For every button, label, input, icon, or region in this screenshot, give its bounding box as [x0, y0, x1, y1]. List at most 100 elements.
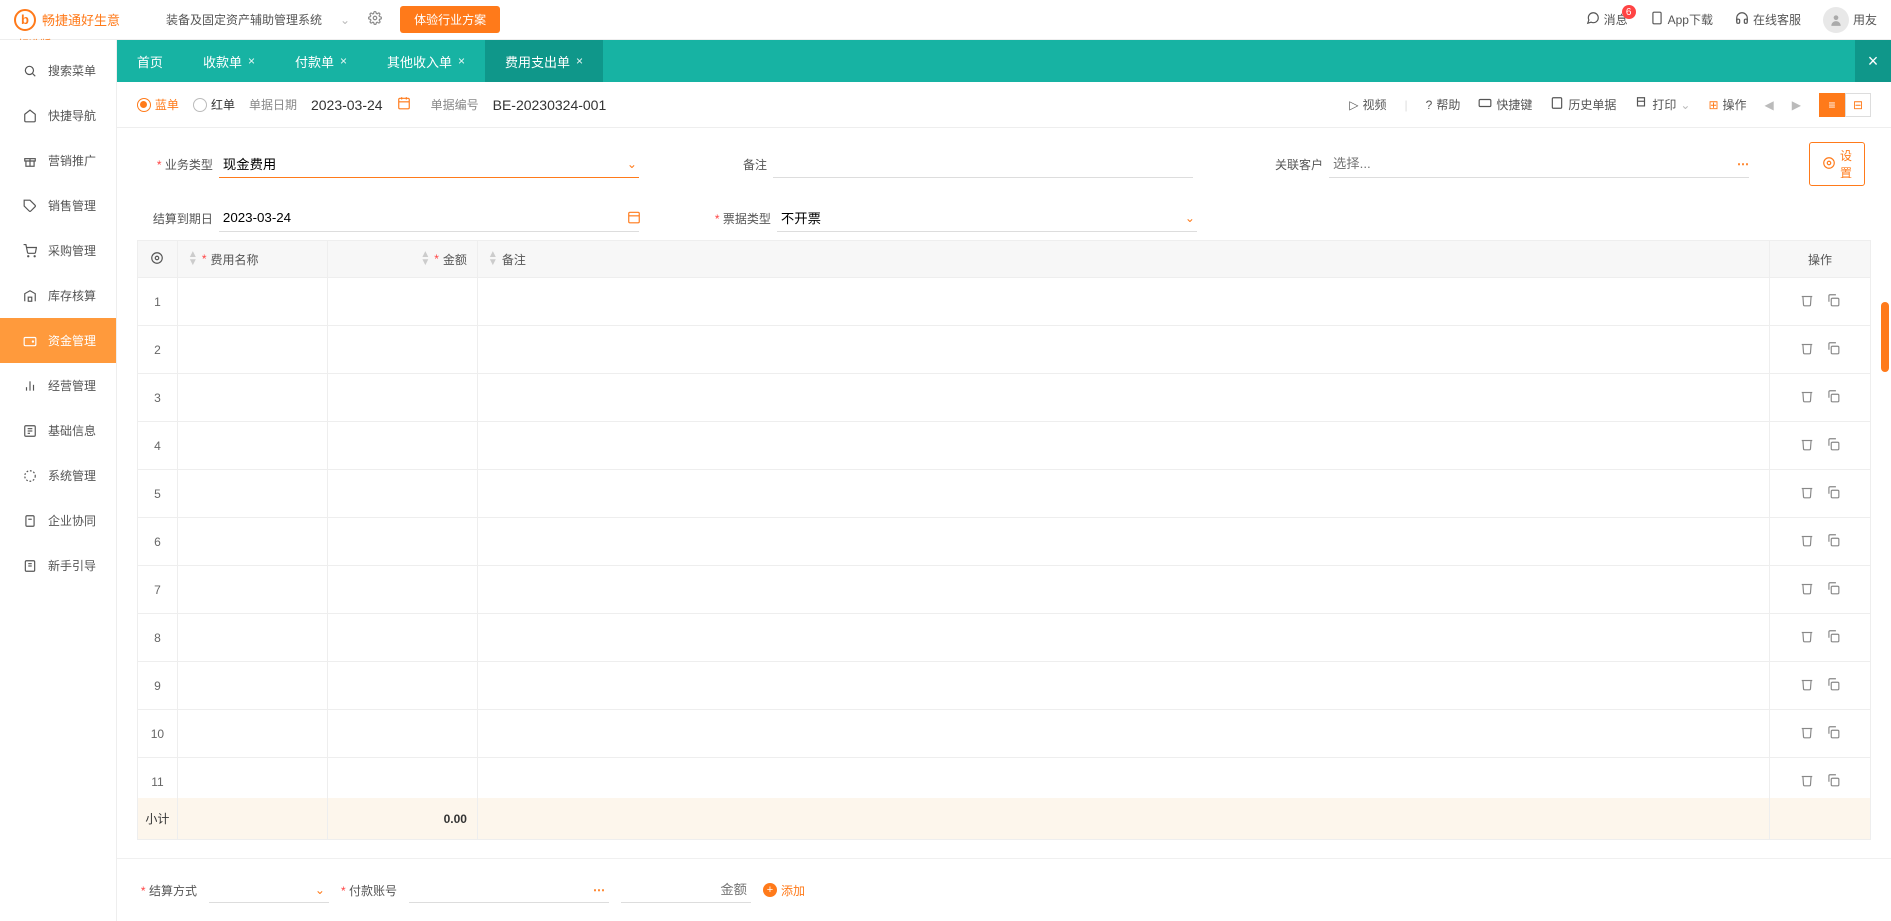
copy-icon[interactable]: [1826, 341, 1840, 358]
delete-icon[interactable]: [1800, 629, 1814, 646]
cell-remark[interactable]: [478, 662, 1770, 709]
delete-icon[interactable]: [1800, 677, 1814, 694]
table-row[interactable]: 4: [138, 422, 1870, 470]
close-icon[interactable]: ×: [458, 54, 465, 68]
close-icon[interactable]: ×: [576, 54, 583, 68]
cell-remark[interactable]: [478, 566, 1770, 613]
cell-remark[interactable]: [478, 422, 1770, 469]
table-row[interactable]: 10: [138, 710, 1870, 758]
close-all-tabs[interactable]: ×: [1855, 40, 1891, 82]
invoicetype-input[interactable]: [777, 204, 1197, 232]
delete-icon[interactable]: [1800, 437, 1814, 454]
cell-amount[interactable]: [328, 518, 478, 565]
cell-remark[interactable]: [478, 470, 1770, 517]
doc-date-value[interactable]: 2023-03-24: [311, 97, 383, 113]
copy-icon[interactable]: [1826, 677, 1840, 694]
customer-input[interactable]: [1329, 150, 1749, 178]
cell-amount[interactable]: [328, 662, 478, 709]
cell-name[interactable]: [178, 278, 328, 325]
table-row[interactable]: 9: [138, 662, 1870, 710]
settledate-input[interactable]: [219, 204, 639, 232]
cell-remark[interactable]: [478, 374, 1770, 421]
sidebar-item-purchase[interactable]: 采购管理: [0, 228, 116, 273]
user-menu[interactable]: 用友: [1823, 7, 1877, 33]
sidebar-item-sales[interactable]: 销售管理: [0, 183, 116, 228]
pay-account-select[interactable]: ⋯: [409, 877, 609, 903]
ops-link[interactable]: ⊞操作: [1708, 96, 1746, 113]
view-list[interactable]: ≡: [1819, 93, 1845, 117]
chevron-down-icon[interactable]: ⌄: [627, 157, 637, 171]
tab-expense[interactable]: 费用支出单×: [485, 40, 603, 82]
copy-icon[interactable]: [1826, 629, 1840, 646]
cell-name[interactable]: [178, 662, 328, 709]
cell-amount[interactable]: [328, 710, 478, 757]
online-service-link[interactable]: 在线客服: [1735, 11, 1801, 28]
cell-name[interactable]: [178, 518, 328, 565]
biztype-input[interactable]: [219, 150, 639, 178]
copy-icon[interactable]: [1826, 437, 1840, 454]
settings-button[interactable]: 设置: [1809, 142, 1865, 186]
next-icon[interactable]: ▶: [1792, 98, 1801, 112]
radio-red[interactable]: 红单: [193, 96, 235, 113]
table-row[interactable]: 1: [138, 278, 1870, 326]
sidebar-item-funds[interactable]: 资金管理: [0, 318, 116, 363]
cell-amount[interactable]: [328, 374, 478, 421]
copy-icon[interactable]: [1826, 533, 1840, 550]
cell-amount[interactable]: [328, 470, 478, 517]
delete-icon[interactable]: [1800, 533, 1814, 550]
more-icon[interactable]: ⋯: [1737, 157, 1749, 171]
table-row[interactable]: 6: [138, 518, 1870, 566]
calendar-icon[interactable]: [397, 96, 411, 113]
shortcut-link[interactable]: 快捷键: [1478, 96, 1532, 113]
cell-remark[interactable]: [478, 614, 1770, 661]
table-row[interactable]: 5: [138, 470, 1870, 518]
tab-other-income[interactable]: 其他收入单×: [367, 40, 485, 82]
cell-name[interactable]: [178, 422, 328, 469]
sidebar-item-marketing[interactable]: 营销推广: [0, 138, 116, 183]
table-row[interactable]: 11: [138, 758, 1870, 798]
cell-amount[interactable]: [328, 278, 478, 325]
cell-remark[interactable]: [478, 758, 1770, 798]
table-row[interactable]: 8: [138, 614, 1870, 662]
copy-icon[interactable]: [1826, 293, 1840, 310]
history-link[interactable]: 历史单据: [1550, 96, 1616, 113]
cell-remark[interactable]: [478, 710, 1770, 757]
delete-icon[interactable]: [1800, 389, 1814, 406]
delete-icon[interactable]: [1800, 725, 1814, 742]
col-header-amount[interactable]: ▲▼*金额: [328, 241, 478, 277]
sidebar-item-inventory[interactable]: 库存核算: [0, 273, 116, 318]
sidebar-item-basicinfo[interactable]: 基础信息: [0, 408, 116, 453]
app-download-link[interactable]: App下载: [1650, 11, 1713, 28]
tab-home[interactable]: 首页: [117, 40, 183, 82]
settle-method-select[interactable]: ⌄: [209, 877, 329, 903]
cta-button[interactable]: 体验行业方案: [400, 6, 500, 33]
cell-remark[interactable]: [478, 518, 1770, 565]
prev-icon[interactable]: ◀: [1765, 98, 1774, 112]
close-icon[interactable]: ×: [248, 54, 255, 68]
messages-link[interactable]: 消息 6: [1586, 11, 1628, 28]
help-link[interactable]: ?帮助: [1426, 96, 1461, 113]
copy-icon[interactable]: [1826, 773, 1840, 790]
cell-remark[interactable]: [478, 278, 1770, 325]
amount-input[interactable]: [621, 877, 751, 903]
cell-name[interactable]: [178, 710, 328, 757]
video-link[interactable]: ▷视频: [1349, 96, 1386, 113]
cell-remark[interactable]: [478, 326, 1770, 373]
cell-name[interactable]: [178, 758, 328, 798]
cell-name[interactable]: [178, 614, 328, 661]
tab-receipt[interactable]: 收款单×: [183, 40, 275, 82]
cell-amount[interactable]: [328, 758, 478, 798]
table-row[interactable]: 7: [138, 566, 1870, 614]
close-icon[interactable]: ×: [340, 54, 347, 68]
cell-amount[interactable]: [328, 422, 478, 469]
col-header-name[interactable]: ▲▼*费用名称: [178, 241, 328, 277]
sidebar-item-guide[interactable]: 新手引导: [0, 543, 116, 588]
delete-icon[interactable]: [1800, 485, 1814, 502]
scrollbar-thumb[interactable]: [1881, 302, 1889, 372]
cell-name[interactable]: [178, 566, 328, 613]
column-config[interactable]: [138, 241, 178, 277]
print-link[interactable]: 打印⌄: [1634, 96, 1690, 113]
cell-amount[interactable]: [328, 566, 478, 613]
cell-amount[interactable]: [328, 614, 478, 661]
view-flow[interactable]: ⊟: [1845, 93, 1871, 117]
